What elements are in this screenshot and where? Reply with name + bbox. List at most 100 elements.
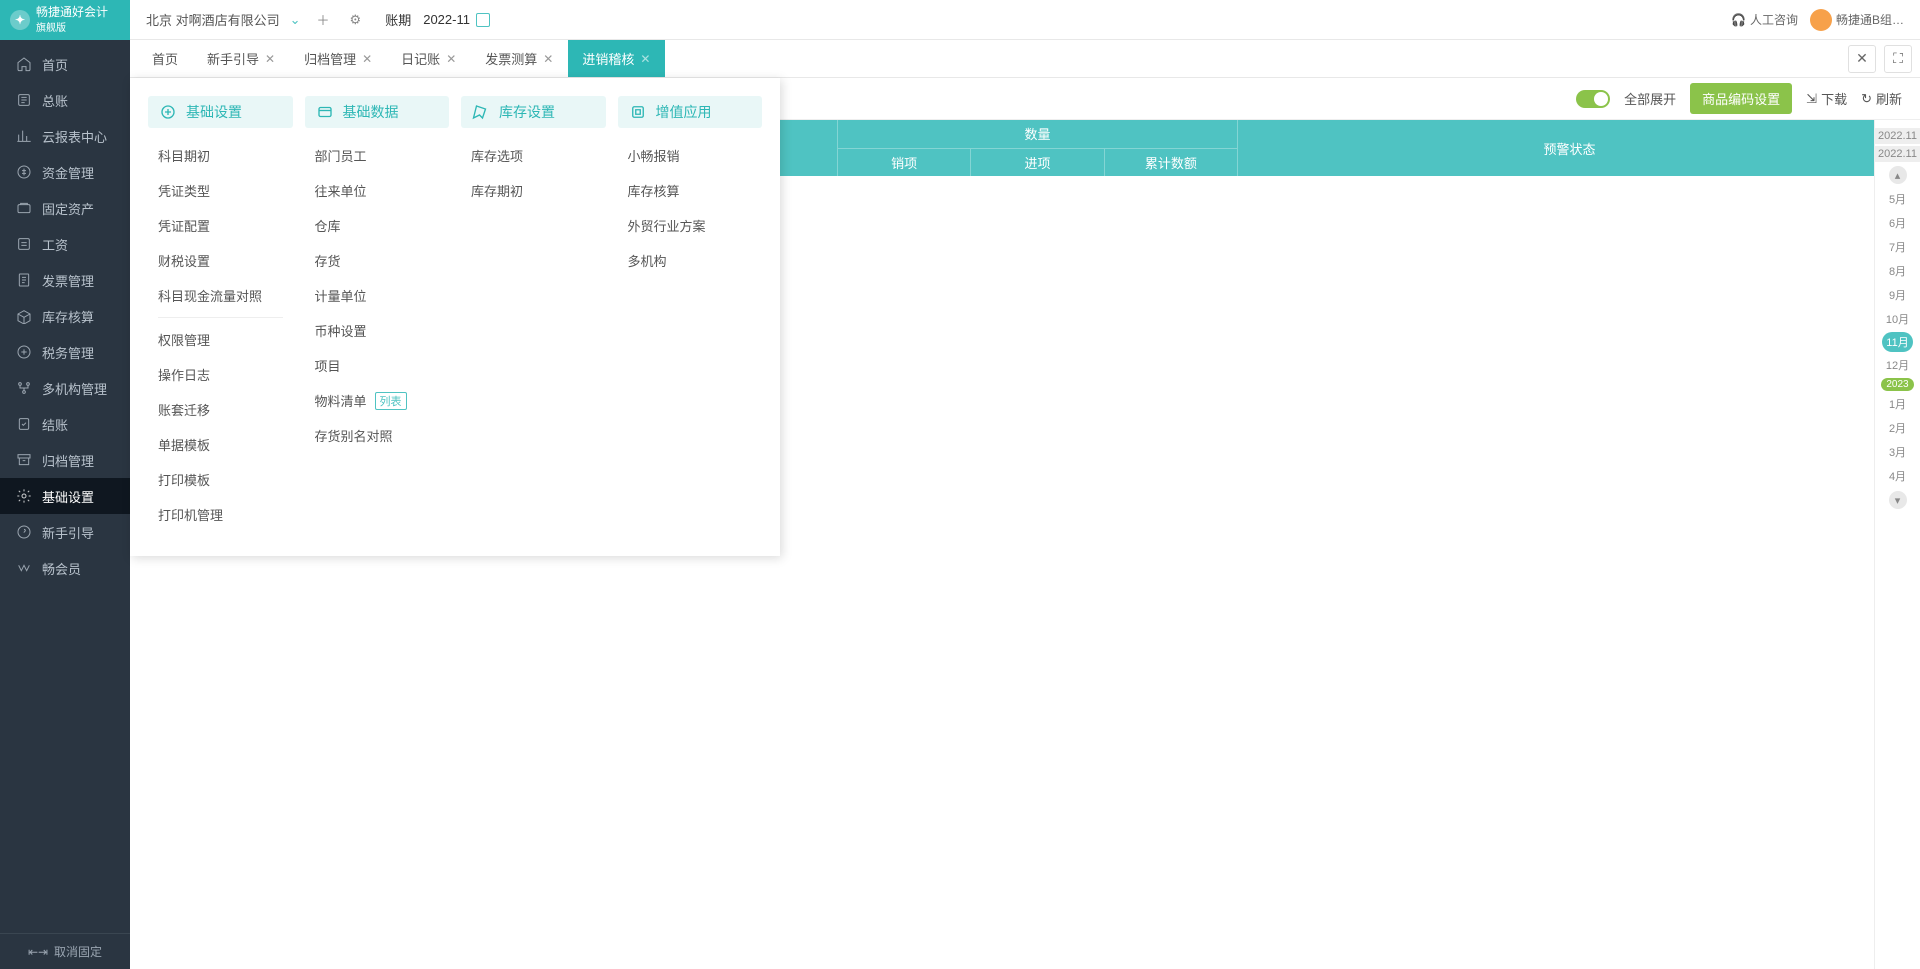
month-item[interactable]: 4月: [1889, 465, 1906, 487]
sidebar-item-settings[interactable]: 基础设置: [0, 478, 130, 514]
period-year: 2022.11: [1874, 128, 1920, 144]
month-item[interactable]: 3月: [1889, 441, 1906, 463]
flyout-item[interactable]: 单据模板: [148, 427, 293, 462]
month-item-current[interactable]: 11月: [1882, 332, 1912, 352]
close-icon[interactable]: ✕: [362, 52, 372, 66]
sidebar-item-asset[interactable]: 固定资产: [0, 190, 130, 226]
flyout-item[interactable]: 库存选项: [461, 138, 606, 173]
sidebar-item-label: 基础设置: [42, 487, 94, 506]
close-icon[interactable]: ✕: [640, 52, 650, 66]
flyout-item[interactable]: 小畅报销: [618, 138, 763, 173]
th-cumulative: 累计数额: [1105, 149, 1237, 177]
fullscreen-button[interactable]: ⛶: [1884, 45, 1912, 73]
sidebar-item-salary[interactable]: 工资: [0, 226, 130, 262]
badge: 列表: [375, 392, 407, 410]
month-item[interactable]: 2月: [1889, 417, 1906, 439]
scroll-down-icon[interactable]: ▾: [1889, 491, 1907, 509]
brand-icon: ✦: [10, 10, 30, 30]
period-picker[interactable]: 2022-11: [423, 12, 490, 27]
flyout-item-label: 存货别名对照: [315, 426, 393, 445]
sidebar-item-invoice[interactable]: 发票管理: [0, 262, 130, 298]
sidebar-item-tax[interactable]: 税务管理: [0, 334, 130, 370]
download-button[interactable]: ⇲下载: [1806, 89, 1847, 108]
sidebar-item-ledger[interactable]: 总账: [0, 82, 130, 118]
tab-close-button[interactable]: ✕: [1848, 45, 1876, 73]
tab-label: 新手引导: [207, 49, 259, 68]
flyout-item[interactable]: 科目现金流量对照: [148, 278, 293, 313]
flyout-item[interactable]: 项目: [305, 348, 450, 383]
flyout-title: 基础设置: [186, 102, 242, 122]
month-item[interactable]: 6月: [1889, 212, 1906, 234]
flyout-item[interactable]: 账套迁移: [148, 392, 293, 427]
flyout-item[interactable]: 财税设置: [148, 243, 293, 278]
flyout-item[interactable]: 往来单位: [305, 173, 450, 208]
tab[interactable]: 首页: [138, 40, 193, 77]
month-item[interactable]: 7月: [1889, 236, 1906, 258]
flyout-item[interactable]: 部门员工: [305, 138, 450, 173]
tab[interactable]: 发票测算✕: [471, 40, 568, 77]
tab[interactable]: 进销稽核✕: [568, 40, 665, 77]
sidebar-item-label: 发票管理: [42, 271, 94, 290]
invoice-icon: [16, 272, 32, 288]
month-item[interactable]: 9月: [1889, 284, 1906, 306]
sidebar-pin-toggle[interactable]: ⇤⇥ 取消固定: [0, 933, 130, 969]
brand-name: 畅捷通好会计: [36, 6, 108, 19]
gear-icon[interactable]: ⚙: [346, 12, 366, 28]
flyout-item[interactable]: 存货: [305, 243, 450, 278]
refresh-button[interactable]: ↻刷新: [1861, 89, 1902, 108]
flyout-item[interactable]: 权限管理: [148, 322, 293, 357]
sidebar-item-vip[interactable]: 畅会员: [0, 550, 130, 586]
flyout-item-label: 凭证类型: [158, 181, 210, 200]
flyout-item[interactable]: 物料清单列表: [305, 383, 450, 418]
user-menu[interactable]: 畅捷通B组…: [1810, 9, 1904, 31]
flyout-item[interactable]: 操作日志: [148, 357, 293, 392]
expand-toggle[interactable]: [1576, 90, 1610, 108]
tab[interactable]: 归档管理✕: [290, 40, 387, 77]
flyout-item[interactable]: 库存期初: [461, 173, 606, 208]
vip-icon: [16, 560, 32, 576]
close-icon[interactable]: ✕: [446, 52, 456, 66]
close-icon[interactable]: ✕: [543, 52, 553, 66]
topbar: 北京 对啊酒店有限公司 ⌄ ＋ ⚙ 账期 2022-11 🎧 人工咨询 畅捷通B…: [130, 0, 1920, 40]
month-item[interactable]: 10月: [1886, 308, 1909, 330]
add-icon[interactable]: ＋: [313, 10, 334, 29]
flyout-item[interactable]: 外贸行业方案: [618, 208, 763, 243]
month-item[interactable]: 1月: [1889, 393, 1906, 415]
sidebar-item-label: 固定资产: [42, 199, 94, 218]
month-item[interactable]: 12月: [1886, 354, 1909, 376]
asset-icon: [16, 200, 32, 216]
sidebar-item-home[interactable]: 首页: [0, 46, 130, 82]
flyout-item[interactable]: 凭证类型: [148, 173, 293, 208]
code-setting-button[interactable]: 商品编码设置: [1690, 83, 1792, 114]
company-selector[interactable]: 北京 对啊酒店有限公司 ⌄: [146, 10, 301, 29]
support-link[interactable]: 🎧 人工咨询: [1731, 11, 1798, 28]
flyout-item[interactable]: 凭证配置: [148, 208, 293, 243]
sidebar-item-close-book[interactable]: 结账: [0, 406, 130, 442]
period-year: 2022.11: [1874, 146, 1920, 162]
tab[interactable]: 日记账✕: [387, 40, 471, 77]
flyout-item[interactable]: 币种设置: [305, 313, 450, 348]
flyout-item[interactable]: 打印机管理: [148, 497, 293, 532]
flyout-item[interactable]: 库存核算: [618, 173, 763, 208]
sidebar-item-org[interactable]: 多机构管理: [0, 370, 130, 406]
scroll-up-icon[interactable]: ▴: [1889, 166, 1907, 184]
flyout-head-icon: [158, 102, 178, 122]
flyout-item[interactable]: 多机构: [618, 243, 763, 278]
tab[interactable]: 新手引导 ✕: [193, 40, 290, 77]
flyout-item[interactable]: 打印模板: [148, 462, 293, 497]
flyout-item[interactable]: 计量单位: [305, 278, 450, 313]
sidebar-item-guide[interactable]: 新手引导: [0, 514, 130, 550]
flyout-item[interactable]: 科目期初: [148, 138, 293, 173]
month-item[interactable]: 5月: [1889, 188, 1906, 210]
sidebar-item-money[interactable]: 资金管理: [0, 154, 130, 190]
tax-icon: [16, 344, 32, 360]
sidebar-item-chart[interactable]: 云报表中心: [0, 118, 130, 154]
month-item[interactable]: 8月: [1889, 260, 1906, 282]
sidebar-item-stock[interactable]: 库存核算: [0, 298, 130, 334]
flyout-item-label: 财税设置: [158, 251, 210, 270]
close-icon[interactable]: ✕: [265, 52, 275, 66]
th-purchase: 进项: [971, 149, 1104, 177]
flyout-item[interactable]: 存货别名对照: [305, 418, 450, 453]
flyout-item[interactable]: 仓库: [305, 208, 450, 243]
sidebar-item-archive[interactable]: 归档管理: [0, 442, 130, 478]
